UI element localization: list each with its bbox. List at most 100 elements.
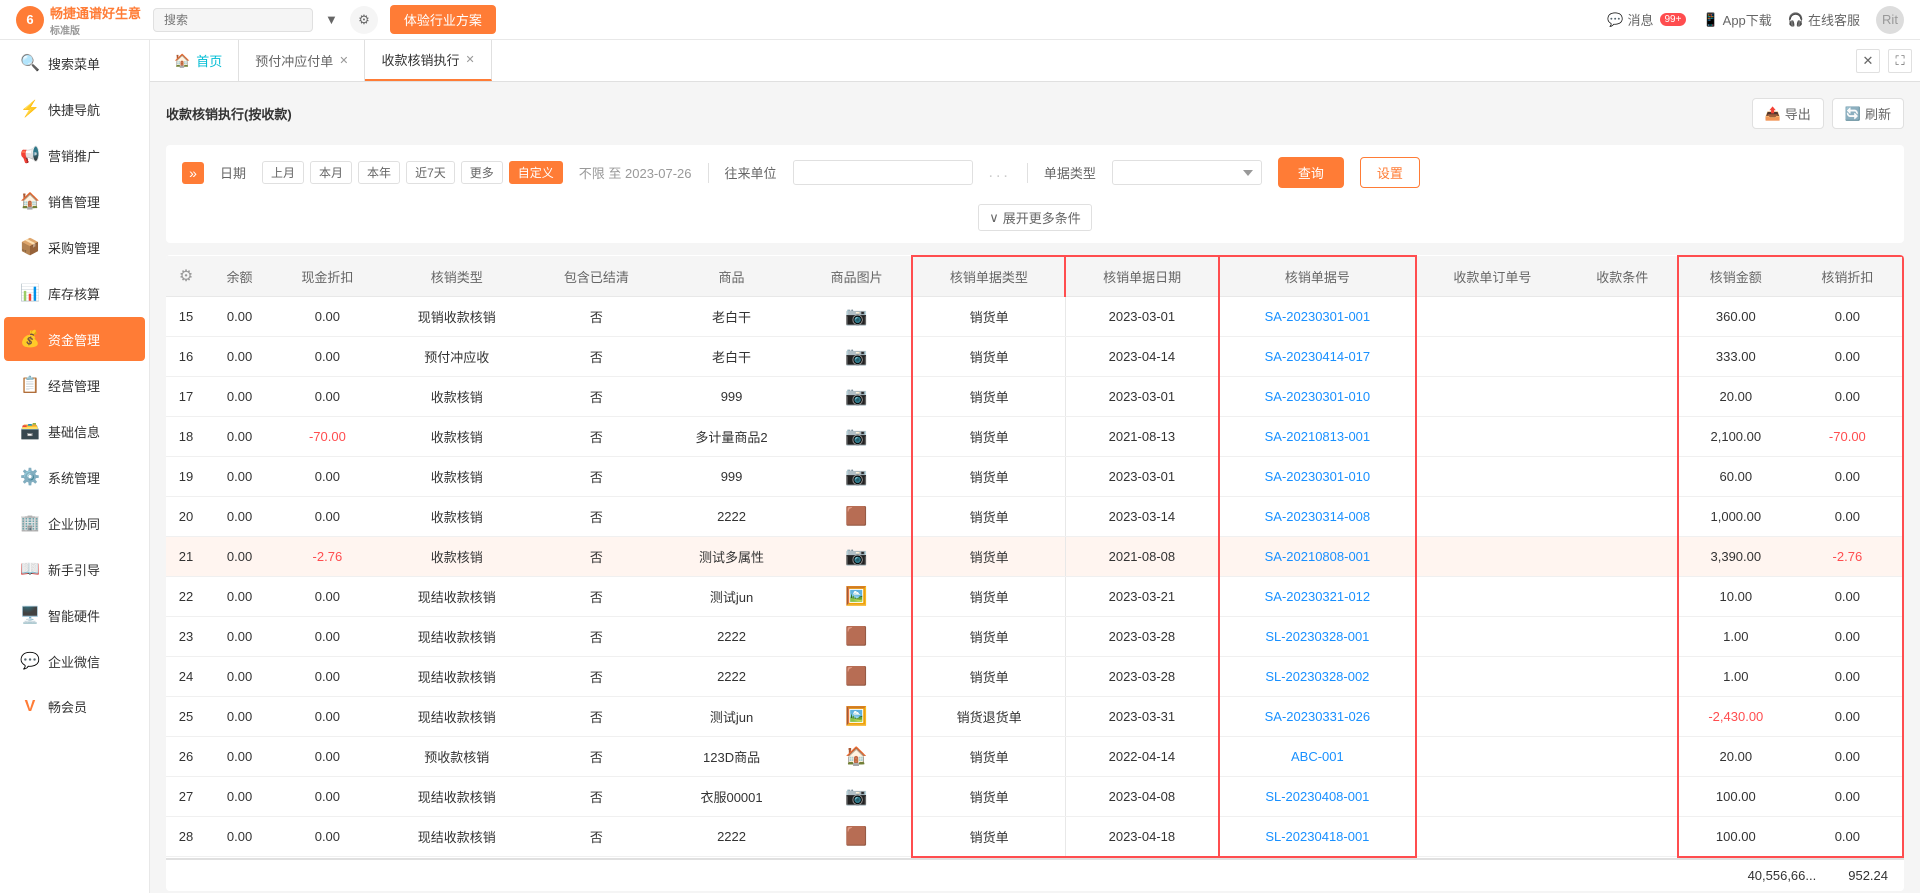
tab-receipt-close[interactable]: ✕ [465,53,474,66]
filter-expand-btn[interactable]: » [182,162,204,184]
online-service-btn[interactable]: 🎧 在线客服 [1788,10,1860,29]
td-cancel-date: 2023-03-21 [1065,577,1218,617]
top-search-input[interactable] [153,8,313,32]
app-download-btn[interactable]: 📱 App下载 [1702,10,1771,29]
td-cash-discount: 0.00 [273,297,382,337]
td-cancel-type: 现结收款核销 [382,657,532,697]
voucher-type-select[interactable] [1112,160,1262,185]
cancel-no-link[interactable]: SL-20230328-002 [1265,669,1369,684]
sidebar-item-system[interactable]: ⚙️ 系统管理 [4,455,145,499]
filter-row: » 日期 上月 本月 本年 近7天 更多 自定义 不限 至 2023-07-26 [182,157,1888,188]
date-btn-last-month[interactable]: 上月 [262,161,304,184]
td-goods-image: 🖼️ [802,697,912,737]
tab-expand-btn[interactable]: ⛶ [1888,49,1912,73]
cancel-no-link[interactable]: SL-20230328-001 [1265,629,1369,644]
td-cancel-date: 2023-04-18 [1065,817,1218,857]
cancel-no-link[interactable]: SL-20230418-001 [1265,829,1369,844]
td-id: 19 [166,457,206,497]
sidebar-item-purchase[interactable]: 📦 采购管理 [4,225,145,269]
sidebar-item-basic-info[interactable]: 🗃️ 基础信息 [4,409,145,453]
date-btn-7days[interactable]: 近7天 [406,161,455,184]
td-cancel-discount: 0.00 [1793,457,1903,497]
cancel-no-link[interactable]: SA-20210808-001 [1265,549,1371,564]
export-btn[interactable]: 📤 导出 [1752,98,1824,129]
cancel-no-link[interactable]: SA-20230314-008 [1265,509,1371,524]
logo-title: 畅捷通谱好生意 [50,3,141,22]
sidebar-item-inventory[interactable]: 📊 库存核算 [4,271,145,315]
query-btn[interactable]: 查询 [1278,157,1344,188]
td-cancel-amount: 20.00 [1678,737,1793,777]
cancel-no-link[interactable]: SL-20230408-001 [1265,789,1369,804]
td-receipt-condition [1568,337,1678,377]
cancel-no-link[interactable]: SA-20230301-001 [1265,309,1371,324]
logo-icon: 6 [16,6,44,34]
expand-more-btn[interactable]: ∨ 展开更多条件 [978,204,1092,231]
sidebar-label-operations: 经营管理 [48,376,100,395]
td-id: 15 [166,297,206,337]
sidebar-item-hardware[interactable]: 🖥️ 智能硬件 [4,593,145,637]
date-btn-custom[interactable]: 自定义 [509,161,563,184]
tab-home[interactable]: 🏠 首页 [158,40,239,81]
sidebar-item-guide[interactable]: 📖 新手引导 [4,547,145,591]
date-btn-more[interactable]: 更多 [461,161,503,184]
top-dropdown[interactable]: ▼ [325,12,338,27]
td-cash-discount: -70.00 [273,417,382,457]
sidebar-item-marketing[interactable]: 📢 营销推广 [4,133,145,177]
sidebar-item-finance[interactable]: 💰 资金管理 [4,317,145,361]
td-receipt-order-no [1416,537,1568,577]
sidebar-item-quick-nav[interactable]: ⚡ 快捷导航 [4,87,145,131]
td-id: 28 [166,817,206,857]
user-avatar[interactable]: Rit [1876,6,1904,34]
messages-btn[interactable]: 💬 消息 99+ [1607,10,1686,29]
td-cash-discount: 0.00 [273,577,382,617]
td-include-cleared: 否 [532,537,661,577]
date-btn-this-month[interactable]: 本月 [310,161,352,184]
footer-cancel-discount-total: 952.24 [1848,868,1888,883]
td-goods-image: 🟫 [802,497,912,537]
th-cancel-date: 核销单据日期 [1065,256,1218,297]
tab-prepay[interactable]: 预付冲应付单 ✕ [239,40,365,81]
cancel-no-link[interactable]: SA-20230331-026 [1265,709,1371,724]
sidebar-item-search[interactable]: 🔍 搜索菜单 [4,41,145,85]
expand-chevron-icon: ∨ [989,210,999,226]
td-goods: 2222 [661,817,802,857]
online-service-label: 在线客服 [1808,10,1860,29]
cancel-no-link[interactable]: SA-20230414-017 [1265,349,1371,364]
tab-receipt[interactable]: 收款核销执行 ✕ [365,40,491,81]
enterprise-icon: 🏢 [20,513,40,533]
logo-area: 6 畅捷通谱好生意 标准版 [16,3,141,37]
cancel-no-link[interactable]: SA-20230301-010 [1265,469,1371,484]
td-goods: 999 [661,457,802,497]
search-icon: 🔍 [20,53,40,73]
td-cancel-voucher-type: 销货单 [912,777,1065,817]
cancel-no-link[interactable]: SA-20210813-001 [1265,429,1371,444]
industry-btn[interactable]: 体验行业方案 [390,5,496,34]
sidebar-item-wechat[interactable]: 💬 企业微信 [4,639,145,683]
sidebar-item-enterprise[interactable]: 🏢 企业协同 [4,501,145,545]
tab-close-btn[interactable]: ✕ [1856,49,1880,73]
td-balance: 0.00 [206,337,273,377]
td-goods-image: 🟫 [802,657,912,697]
td-id: 17 [166,377,206,417]
filter-settings-btn[interactable]: 设置 [1360,157,1420,188]
settings-gear-btn[interactable]: ⚙ [350,6,378,34]
sidebar-item-operations[interactable]: 📋 经营管理 [4,363,145,407]
messages-label: 消息 [1627,10,1653,29]
cancel-no-link[interactable]: SA-20230301-010 [1265,389,1371,404]
sidebar-item-sales[interactable]: 🏠 销售管理 [4,179,145,223]
cancel-no-link[interactable]: SA-20230321-012 [1265,589,1371,604]
message-icon: 💬 [1607,12,1623,28]
lightning-icon: ⚡ [20,99,40,119]
td-receipt-condition [1568,817,1678,857]
refresh-btn[interactable]: 🔄 刷新 [1832,98,1904,129]
sidebar-item-member[interactable]: V 畅会员 [4,685,145,728]
date-btn-this-year[interactable]: 本年 [358,161,400,184]
td-cancel-voucher-type: 销货单 [912,817,1065,857]
td-include-cleared: 否 [532,817,661,857]
service-icon: 🎧 [1788,12,1804,28]
td-cancel-type: 现结收款核销 [382,817,532,857]
column-settings-icon[interactable]: ⚙ [179,268,193,285]
tab-prepay-close[interactable]: ✕ [339,54,348,67]
cancel-no-link[interactable]: ABC-001 [1291,749,1344,764]
from-unit-input[interactable] [793,160,973,185]
